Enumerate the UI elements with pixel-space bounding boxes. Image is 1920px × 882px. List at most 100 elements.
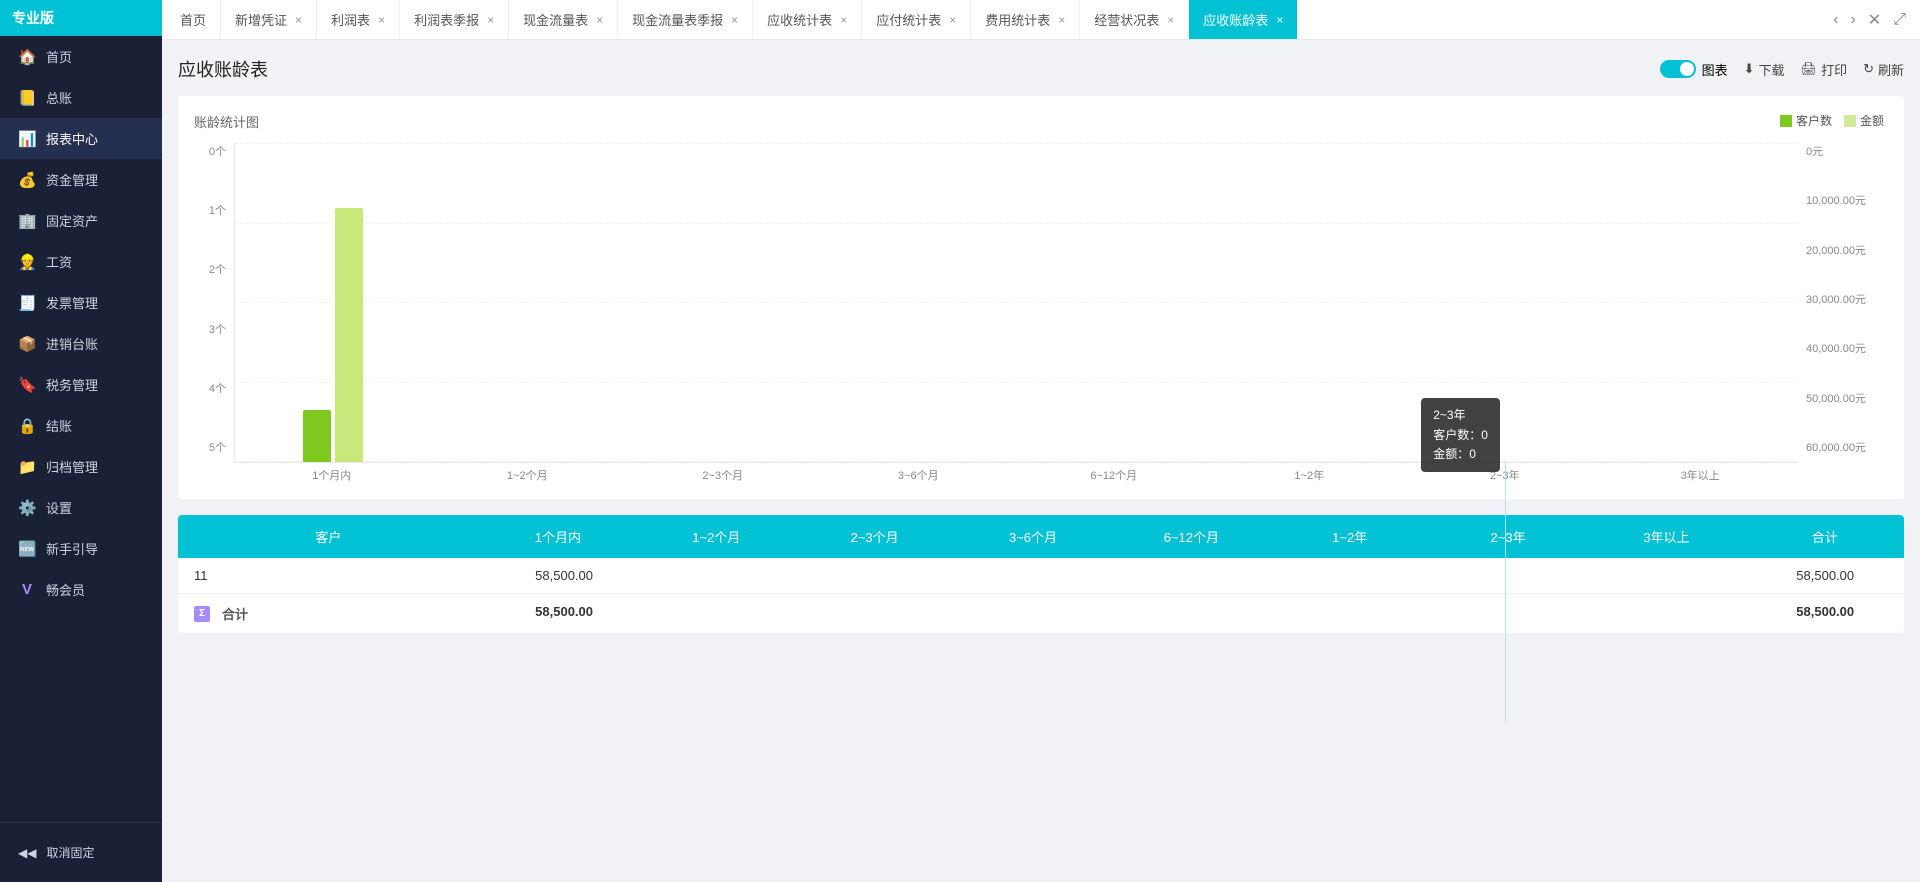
tab-close-icon[interactable]: × bbox=[731, 13, 738, 27]
sidebar-item-label: 新手引导 bbox=[46, 539, 98, 558]
sidebar-item-salary[interactable]: 👷 工资 bbox=[0, 241, 162, 282]
tab-close-icon[interactable]: × bbox=[1167, 13, 1174, 27]
download-button[interactable]: ⬇ 下载 bbox=[1744, 60, 1785, 79]
tab-ar-aging[interactable]: 应收账龄表 × bbox=[1189, 0, 1298, 40]
bar-group[interactable] bbox=[235, 208, 430, 462]
sidebar-item-assets[interactable]: 🏢 固定资产 bbox=[0, 200, 162, 241]
tab-next-icon[interactable]: › bbox=[1846, 9, 1859, 31]
sales-icon: 📦 bbox=[18, 335, 36, 353]
table-cell bbox=[801, 558, 959, 593]
refresh-label: 刷新 bbox=[1878, 60, 1904, 79]
tab-profit-quarterly[interactable]: 利润表季报 × bbox=[400, 0, 509, 40]
tab-label: 经营状况表 bbox=[1094, 10, 1159, 29]
tab-close-icon[interactable]: × bbox=[1058, 13, 1065, 27]
tab-close-icon[interactable]: × bbox=[840, 13, 847, 27]
tab-profit[interactable]: 利润表 × bbox=[317, 0, 400, 40]
legend-amount-label: 金额 bbox=[1860, 112, 1884, 129]
sidebar-item-reports[interactable]: 📊 报表中心 bbox=[0, 118, 162, 159]
chart-toggle[interactable] bbox=[1660, 60, 1696, 78]
table-total-cell bbox=[643, 594, 801, 633]
sidebar-item-settings[interactable]: ⚙️ 设置 bbox=[0, 487, 162, 528]
sidebar-item-label: 固定资产 bbox=[46, 211, 98, 230]
tab-ar-stats[interactable]: 应收统计表 × bbox=[753, 0, 862, 40]
closing-icon: 🔒 bbox=[18, 417, 36, 435]
sidebar-item-label: 首页 bbox=[46, 47, 72, 66]
table-cell bbox=[1273, 558, 1431, 593]
table-total-cell bbox=[1116, 594, 1274, 633]
x-label: 2~3个月 bbox=[625, 467, 821, 483]
tab-ap-stats[interactable]: 应付统计表 × bbox=[862, 0, 971, 40]
chart-toggle-wrap: 图表 bbox=[1660, 60, 1728, 79]
tab-close-all-icon[interactable]: ✕ bbox=[1864, 8, 1885, 32]
tab-label: 应收统计表 bbox=[767, 10, 832, 29]
table-header-cell: 3~6个月 bbox=[954, 515, 1112, 558]
tab-cashflow[interactable]: 现金流量表 × bbox=[509, 0, 618, 40]
tab-expense-stats[interactable]: 费用统计表 × bbox=[971, 0, 1080, 40]
tab-label: 新增凭证 bbox=[235, 10, 287, 29]
table-row: 1158,500.0058,500.00 bbox=[178, 558, 1904, 594]
refresh-button[interactable]: ↻ 刷新 bbox=[1863, 60, 1904, 79]
table-cell: 11 bbox=[178, 558, 485, 593]
data-table: 客户1个月内1~2个月2~3个月3~6个月6~12个月1~2年2~3年3年以上合… bbox=[178, 515, 1904, 633]
customer-bar bbox=[303, 410, 331, 462]
tab-business-stats[interactable]: 经营状况表 × bbox=[1080, 0, 1189, 40]
tab-close-icon[interactable]: × bbox=[949, 13, 956, 27]
tab-close-icon[interactable]: × bbox=[295, 13, 302, 27]
tab-close-icon[interactable]: × bbox=[1276, 13, 1283, 27]
x-label: 1~2个月 bbox=[430, 467, 626, 483]
x-label: 6~12个月 bbox=[1016, 467, 1212, 483]
sidebar-item-label: 工资 bbox=[46, 252, 72, 271]
sidebar-item-sales[interactable]: 📦 进销台账 bbox=[0, 323, 162, 364]
sidebar-item-label: 畅会员 bbox=[46, 580, 85, 599]
table-total-cell bbox=[1589, 594, 1747, 633]
table-header-cell: 3年以上 bbox=[1587, 515, 1745, 558]
tab-label: 现金流量表 bbox=[523, 10, 588, 29]
tax-icon: 🔖 bbox=[18, 376, 36, 394]
sidebar-item-home[interactable]: 🏠 首页 bbox=[0, 36, 162, 77]
sidebar-item-member[interactable]: V 畅会员 bbox=[0, 569, 162, 610]
page-title: 应收账龄表 bbox=[178, 56, 268, 82]
content-area: 应收账龄表 图表 ⬇ 下载 🖨 打印 ↻ 刷新 bbox=[162, 40, 1920, 882]
grid-lines bbox=[235, 143, 1798, 462]
tab-label: 现金流量表季报 bbox=[632, 10, 723, 29]
sidebar-item-archive[interactable]: 📁 归档管理 bbox=[0, 446, 162, 487]
sidebar-item-ledger[interactable]: 📒 总账 bbox=[0, 77, 162, 118]
sidebar: 专业版 🏠 首页 📒 总账 📊 报表中心 💰 资金管理 🏢 固定资产 👷 工资 … bbox=[0, 0, 162, 882]
sidebar-item-funds[interactable]: 💰 资金管理 bbox=[0, 159, 162, 200]
sidebar-item-invoice[interactable]: 🧾 发票管理 bbox=[0, 282, 162, 323]
print-icon: 🖨 bbox=[1801, 61, 1818, 77]
sidebar-item-label: 设置 bbox=[46, 498, 72, 517]
table-header: 客户1个月内1~2个月2~3个月3~6个月6~12个月1~2年2~3年3年以上合… bbox=[178, 515, 1904, 558]
tab-cashflow-quarterly[interactable]: 现金流量表季报 × bbox=[618, 0, 753, 40]
tab-label: 利润表 bbox=[331, 10, 370, 29]
table-cell: 58,500.00 bbox=[1746, 558, 1904, 593]
tab-label: 首页 bbox=[180, 10, 206, 29]
member-icon: V bbox=[18, 581, 36, 598]
tab-close-icon[interactable]: × bbox=[596, 13, 603, 27]
sidebar-pin-toggle[interactable]: ◀◀ 取消固定 bbox=[0, 833, 162, 872]
total-icon: Σ bbox=[194, 606, 210, 622]
tab-bar: 首页 新增凭证 × 利润表 × 利润表季报 × 现金流量表 × 现金流量表季报 … bbox=[162, 0, 1920, 40]
tab-expand-icon[interactable]: ⤢ bbox=[1889, 9, 1910, 31]
tab-close-icon[interactable]: × bbox=[378, 13, 385, 27]
table-header-cell: 1~2年 bbox=[1271, 515, 1429, 558]
sidebar-item-label: 报表中心 bbox=[46, 129, 98, 148]
tab-close-icon[interactable]: × bbox=[487, 13, 494, 27]
ledger-icon: 📒 bbox=[18, 89, 36, 107]
chart-area-inner: 2~3年客户数：0金额：0 1个月内1~2个月2~3个月3~6个月6~12个月1… bbox=[234, 143, 1798, 483]
sidebar-item-guide[interactable]: 🆕 新手引导 bbox=[0, 528, 162, 569]
tab-home[interactable]: 首页 bbox=[166, 0, 221, 40]
sidebar-item-label: 发票管理 bbox=[46, 293, 98, 312]
chart-toggle-label: 图表 bbox=[1702, 60, 1728, 79]
table-header-cell: 客户 bbox=[178, 515, 479, 558]
tab-prev-icon[interactable]: ‹ bbox=[1829, 9, 1842, 31]
x-label: 1~2年 bbox=[1212, 467, 1408, 483]
sidebar-item-tax[interactable]: 🔖 税务管理 bbox=[0, 364, 162, 405]
print-button[interactable]: 🖨 打印 bbox=[1801, 60, 1848, 79]
salary-icon: 👷 bbox=[18, 253, 36, 271]
app-logo: 专业版 bbox=[0, 0, 162, 36]
legend-customer-dot bbox=[1780, 115, 1792, 127]
funds-icon: 💰 bbox=[18, 171, 36, 189]
tab-voucher[interactable]: 新增凭证 × bbox=[221, 0, 317, 40]
sidebar-item-closing[interactable]: 🔒 结账 bbox=[0, 405, 162, 446]
